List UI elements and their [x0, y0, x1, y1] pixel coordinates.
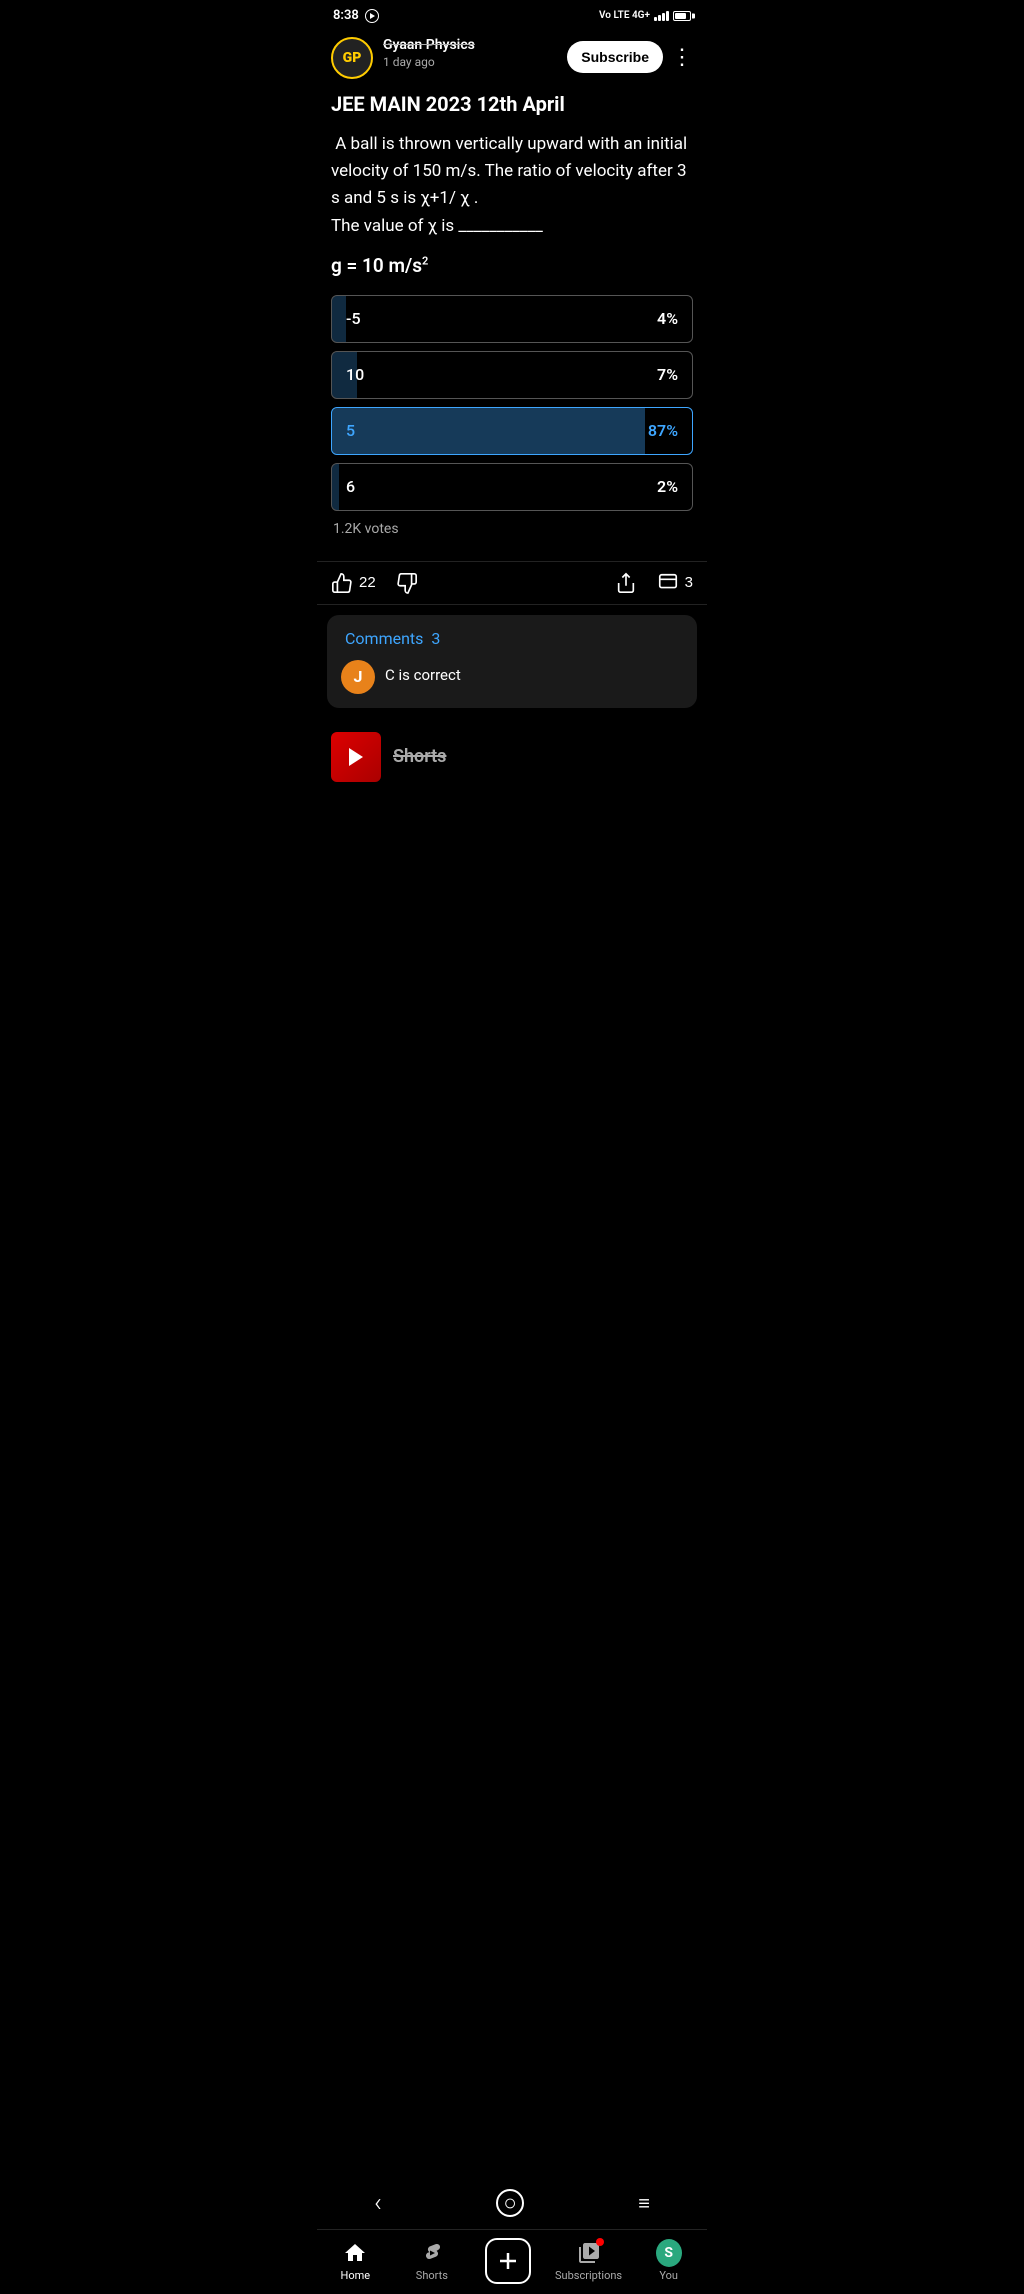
- poll-option-3[interactable]: 5 87%: [331, 407, 693, 455]
- recents-button[interactable]: ≡: [638, 2191, 650, 2216]
- nav-label-subscriptions: Subscriptions: [555, 2269, 622, 2282]
- more-options-button[interactable]: ⋮: [671, 45, 693, 70]
- bottom-nav: Home Shorts Subscriptions S Y: [317, 2229, 707, 2294]
- poll-label-3: 5: [332, 421, 355, 440]
- channel-logo[interactable]: GP: [331, 37, 373, 79]
- subscriptions-icon: [576, 2240, 602, 2266]
- notification-badge: [596, 2238, 604, 2246]
- nav-label-shorts: Shorts: [416, 2269, 448, 2282]
- next-video-title: Shorts: [393, 746, 446, 767]
- channel-name: Gyaan Physics: [383, 37, 557, 53]
- media-play-icon: [365, 9, 379, 23]
- home-icon: [342, 2240, 368, 2266]
- android-nav: ‹ ○ ≡: [317, 2178, 707, 2224]
- add-button[interactable]: [485, 2238, 531, 2284]
- play-icon: [344, 745, 368, 769]
- comment-count: 3: [685, 574, 693, 591]
- like-button[interactable]: 22: [331, 572, 376, 594]
- shorts-icon: [419, 2240, 445, 2266]
- nav-item-shorts[interactable]: Shorts: [402, 2240, 462, 2282]
- gravity-equation: g = 10 m/s2: [331, 254, 693, 277]
- comments-section: Comments 3 J C is correct: [327, 615, 697, 708]
- video-title: JEE MAIN 2023 12th April: [331, 91, 693, 117]
- nav-item-add[interactable]: [478, 2238, 538, 2284]
- comments-count-display: 3: [431, 629, 440, 648]
- subscribe-button[interactable]: Subscribe: [567, 41, 663, 73]
- dislike-button[interactable]: [396, 572, 418, 594]
- nav-item-home[interactable]: Home: [325, 2240, 385, 2282]
- next-video-preview[interactable]: Shorts: [317, 718, 707, 782]
- poll-label-2: 10: [332, 365, 364, 384]
- action-row: 22 3: [317, 561, 707, 605]
- poll-percent-2: 7%: [657, 365, 678, 384]
- channel-header: GP Gyaan Physics 1 day ago Subscribe ⋮: [317, 27, 707, 87]
- poll-container: -5 4% 10 7% 5 87% 6 2%: [331, 295, 693, 511]
- nav-item-you[interactable]: S You: [639, 2240, 699, 2282]
- battery-icon: [673, 11, 691, 21]
- comments-header: Comments 3: [341, 629, 683, 648]
- poll-percent-1: 4%: [657, 309, 678, 328]
- home-button[interactable]: ○: [496, 2189, 524, 2217]
- header-actions: Subscribe ⋮: [567, 37, 693, 73]
- channel-logo-text: GP: [343, 50, 362, 66]
- poll-percent-3: 87%: [648, 421, 678, 440]
- comment-text: C is correct: [385, 660, 461, 684]
- comment-item: J C is correct: [341, 660, 683, 694]
- signal-icon: [654, 11, 669, 21]
- nav-label-you: You: [659, 2269, 678, 2282]
- channel-time: 1 day ago: [383, 55, 557, 69]
- poll-option-2[interactable]: 10 7%: [331, 351, 693, 399]
- status-time: 8:38: [333, 8, 359, 23]
- poll-option-1[interactable]: -5 4%: [331, 295, 693, 343]
- comment-button[interactable]: 3: [657, 572, 693, 594]
- you-icon: S: [656, 2240, 682, 2266]
- comments-header-text: Comments: [345, 629, 423, 648]
- plus-icon: [497, 2250, 519, 2272]
- poll-votes: 1.2K votes: [331, 521, 693, 537]
- thumbs-up-icon: [331, 572, 353, 594]
- nav-item-subscriptions[interactable]: Subscriptions: [555, 2240, 622, 2282]
- next-video-thumbnail: [331, 732, 381, 782]
- network-label: Vo LTE 4G+: [599, 10, 650, 21]
- poll-option-4[interactable]: 6 2%: [331, 463, 693, 511]
- status-bar-right: Vo LTE 4G+: [599, 10, 691, 21]
- like-count: 22: [359, 574, 376, 591]
- nav-label-home: Home: [340, 2269, 370, 2282]
- poll-percent-4: 2%: [657, 477, 678, 496]
- poll-bar-3: [332, 408, 645, 454]
- share-button[interactable]: [615, 572, 637, 594]
- share-icon: [615, 572, 637, 594]
- channel-info: Gyaan Physics 1 day ago: [383, 37, 557, 69]
- video-description: A ball is thrown vertically upward with …: [331, 131, 693, 240]
- poll-label-4: 6: [332, 477, 355, 496]
- back-button[interactable]: ‹: [374, 2188, 382, 2218]
- comment-icon: [657, 572, 679, 594]
- you-avatar: S: [656, 2239, 682, 2267]
- video-content: JEE MAIN 2023 12th April A ball is throw…: [317, 87, 707, 561]
- thumbs-down-icon: [396, 572, 418, 594]
- comment-avatar: J: [341, 660, 375, 694]
- poll-label-1: -5: [332, 309, 361, 328]
- status-bar: 8:38 Vo LTE 4G+: [317, 0, 707, 27]
